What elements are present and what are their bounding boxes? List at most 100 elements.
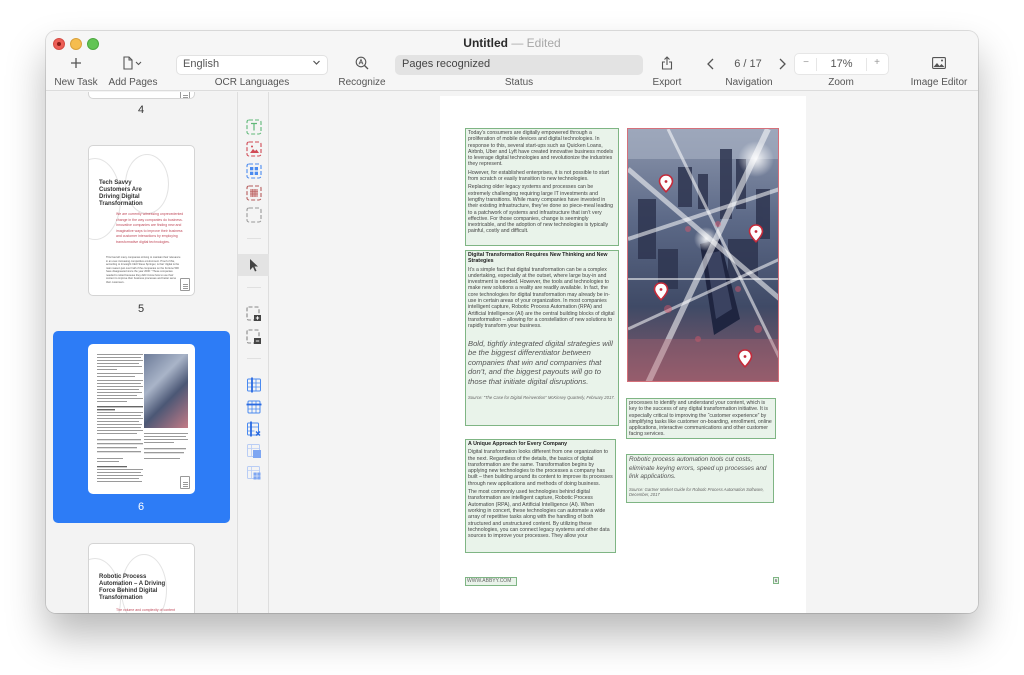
- recognize-icon: [336, 55, 388, 71]
- ocr-languages-label: OCR Languages: [214, 77, 290, 88]
- document-icon: [180, 278, 190, 291]
- subtract-area-icon: [246, 329, 261, 344]
- background-picture-area-icon: [246, 185, 262, 201]
- text-area-tool[interactable]: [246, 119, 262, 135]
- thumbnail-lead: We are currently witnessing unprecedente…: [116, 212, 184, 244]
- export-button[interactable]: Export: [648, 51, 686, 91]
- recognize-button[interactable]: Recognize: [336, 51, 388, 91]
- picture-area-tool[interactable]: [246, 141, 262, 157]
- merge-cells-tool[interactable]: [246, 443, 262, 459]
- section-heading: Digital Transformation Requires New Thin…: [468, 252, 608, 265]
- background-picture-area-tool[interactable]: [246, 185, 262, 201]
- window-title: Untitled — Edited: [46, 36, 978, 50]
- thumbnail-number: 6: [137, 501, 145, 513]
- quote-source: Source: “The Case for Digital Reinventio…: [468, 394, 615, 400]
- merge-cells-icon: [247, 444, 261, 458]
- zoom-in-button[interactable]: +: [871, 57, 883, 68]
- plus-icon: [52, 55, 100, 71]
- recognize-label: Recognize: [338, 77, 386, 88]
- image-editor-label: Image Editor: [910, 77, 968, 88]
- paragraph: The most commonly used technologies behi…: [468, 489, 610, 540]
- thumbnail-number: 5: [137, 303, 145, 315]
- quote-source: Source: Gartner Market Guide for Robotic…: [629, 486, 764, 498]
- thumbnail-body: This has left many companies striving to…: [106, 256, 181, 284]
- subtract-from-area-tool[interactable]: [246, 329, 262, 345]
- add-pages-button[interactable]: Add Pages: [106, 51, 160, 91]
- page-thumbnails-panel[interactable]: 4 Tech Savvy Customers Are Driving Digit…: [46, 92, 236, 613]
- picture-area-icon: [246, 141, 262, 157]
- add-horizontal-separator-tool[interactable]: [246, 399, 262, 415]
- thumbnail-page-7[interactable]: Robotic Process Automation – A Driving F…: [88, 543, 195, 613]
- thumbnail-title: Robotic Process Automation – A Driving F…: [99, 574, 166, 601]
- app-window: Untitled — Edited New Task Add Pages Eng…: [46, 31, 978, 613]
- thumbnail-city-image: [144, 354, 188, 428]
- text-block[interactable]: A Unique Approach for Every Company Digi…: [465, 439, 616, 553]
- thumbnail-page-4[interactable]: [88, 92, 195, 99]
- paragraph: Today’s consumers are digitally empowere…: [468, 130, 614, 168]
- ocr-languages-group: OCR Languages: [206, 51, 298, 91]
- pull-quote: Robotic process automation tools cut cos…: [629, 456, 767, 481]
- zoom-group: Zoom: [814, 51, 868, 91]
- zoom-label: Zoom: [828, 77, 854, 88]
- city-aerial-image: [628, 129, 778, 381]
- toolbar: Untitled — Edited New Task Add Pages Eng…: [46, 31, 978, 91]
- add-pages-label: Add Pages: [108, 77, 158, 88]
- text-block[interactable]: Robotic process automation tools cut cos…: [626, 454, 774, 503]
- title-separator: —: [511, 36, 524, 50]
- vertical-separator-icon: [247, 377, 261, 393]
- status-label: Status: [504, 77, 534, 88]
- add-to-area-tool[interactable]: [246, 306, 262, 322]
- share-icon: [648, 55, 686, 71]
- horizontal-separator-icon: [246, 400, 262, 414]
- navigation-group: Navigation: [714, 51, 784, 91]
- thumbnail-title: Tech Savvy Customers Are Driving Digital…: [99, 180, 143, 207]
- table-area-tool[interactable]: [246, 163, 262, 179]
- thumbnail-page-6[interactable]: [88, 344, 195, 494]
- thumbnail-lead: The volume and complexity of content: [116, 608, 175, 612]
- status-value: Pages recognized: [402, 58, 491, 70]
- zoom-out-button[interactable]: −: [800, 57, 812, 68]
- status-group: Status: [486, 51, 552, 91]
- document-icon: [180, 92, 190, 98]
- new-task-button[interactable]: New Task: [52, 51, 100, 91]
- split-cells-tool[interactable]: [246, 465, 262, 481]
- paragraph: However, for established enterprises, it…: [468, 169, 609, 183]
- new-task-label: New Task: [54, 77, 98, 88]
- document-add-icon: [106, 55, 160, 71]
- cursor-arrow-icon: [250, 259, 258, 272]
- document-canvas[interactable]: Today’s consumers are digitally empowere…: [270, 92, 978, 613]
- delete-separator-tool[interactable]: [246, 421, 262, 437]
- image-icon: [908, 55, 970, 71]
- thumbnail-page-5[interactable]: Tech Savvy Customers Are Driving Digital…: [88, 145, 195, 296]
- add-vertical-separator-tool[interactable]: [246, 377, 262, 393]
- image-editor-button[interactable]: Image Editor: [908, 51, 970, 91]
- document-page[interactable]: Today’s consumers are digitally empowere…: [440, 96, 806, 613]
- pull-quote: Bold, tightly integrated digital strateg…: [468, 338, 613, 386]
- page-number-block[interactable]: 6: [773, 577, 779, 584]
- dashed-area-icon: [246, 207, 262, 223]
- add-area-icon: [246, 306, 261, 321]
- pointer-tool-icon-wrap: [246, 257, 262, 273]
- paragraph: processes to identify and understand you…: [629, 400, 772, 438]
- navigation-label: Navigation: [725, 77, 773, 88]
- document-icon: [180, 476, 190, 489]
- paragraph: It’s a simple fact that digital transfor…: [468, 266, 615, 330]
- table-area-icon: [246, 163, 262, 179]
- text-block[interactable]: Today’s consumers are digitally empowere…: [465, 128, 619, 246]
- section-heading: A Unique Approach for Every Company: [468, 441, 568, 447]
- text-area-icon: [246, 119, 262, 135]
- text-block[interactable]: Digital Transformation Requires New Thin…: [465, 250, 619, 426]
- picture-block[interactable]: [627, 128, 779, 382]
- chevron-down-icon: [312, 58, 321, 69]
- edited-status: Edited: [526, 36, 561, 50]
- split-cells-icon: [247, 466, 261, 480]
- text-block[interactable]: processes to identify and understand you…: [626, 398, 776, 439]
- area-tools-panel: [237, 92, 269, 613]
- export-label: Export: [652, 77, 682, 88]
- recognition-area-tool[interactable]: [246, 207, 262, 223]
- paragraph: Digital transformation looks different f…: [468, 449, 613, 487]
- thumbnail-text-lines: [97, 354, 145, 487]
- thumbnail-number: 4: [137, 104, 145, 116]
- footer-url-block[interactable]: WWW.ABBYY.COM: [465, 577, 517, 586]
- document-name: Untitled: [463, 36, 508, 50]
